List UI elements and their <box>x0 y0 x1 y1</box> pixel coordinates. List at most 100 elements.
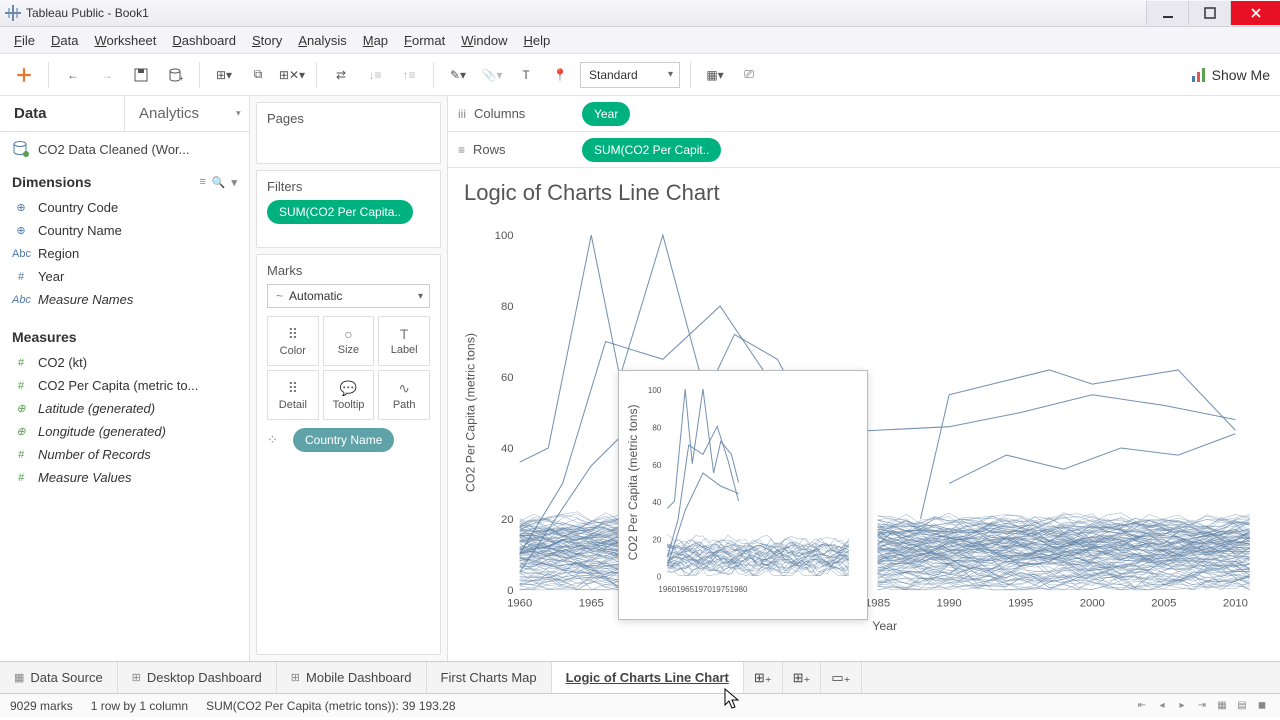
show-cards-button[interactable]: ▦▾ <box>701 61 729 89</box>
measure-field[interactable]: ⊕Longitude (generated) <box>0 420 249 443</box>
new-datasource-button[interactable]: + <box>161 61 189 89</box>
new-story-tab[interactable]: ▭₊ <box>821 662 861 693</box>
rows-pill[interactable]: SUM(CO2 Per Capit.. <box>582 138 721 162</box>
field-type-icon: # <box>12 449 30 461</box>
mark-tooltip-button[interactable]: 💬Tooltip <box>323 370 375 420</box>
measure-field[interactable]: #CO2 Per Capita (metric to... <box>0 374 249 397</box>
dimension-field[interactable]: ⊕Country Name <box>0 219 249 242</box>
measure-field[interactable]: #Number of Records <box>0 443 249 466</box>
new-worksheet-button[interactable]: ⊞▾ <box>210 61 238 89</box>
svg-text:1995: 1995 <box>1008 597 1033 609</box>
labels-button[interactable]: T <box>512 61 540 89</box>
dimensions-header: Dimensions ≡🔍▾ <box>0 166 249 194</box>
sheet-tab[interactable]: First Charts Map <box>427 662 552 693</box>
view-list-icon[interactable]: ≡ <box>199 176 205 189</box>
fit-dropdown[interactable]: Standard <box>580 62 680 88</box>
svg-text:Year: Year <box>872 619 897 633</box>
svg-text:80: 80 <box>501 301 514 313</box>
svg-text:CO2 Per Capita (metric tons): CO2 Per Capita (metric tons) <box>463 333 477 492</box>
menu-file[interactable]: File <box>8 29 41 52</box>
measure-field[interactable]: #Measure Values <box>0 466 249 489</box>
mark-size-button[interactable]: ○Size <box>323 316 375 366</box>
tab-analytics[interactable]: Analytics <box>124 96 249 131</box>
menu-dashboard[interactable]: Dashboard <box>166 29 242 52</box>
menu-data[interactable]: Data <box>45 29 84 52</box>
show-me-button[interactable]: Show Me <box>1192 67 1270 83</box>
new-worksheet-tab[interactable]: ⊞₊ <box>744 662 783 693</box>
highlight-button[interactable]: ✎▾ <box>444 61 472 89</box>
nav-first-icon[interactable]: ⇤ <box>1134 698 1150 714</box>
new-dashboard-tab[interactable]: ⊞₊ <box>783 662 822 693</box>
view-filmstrip-icon[interactable]: ▤ <box>1234 698 1250 714</box>
datasource-item[interactable]: CO2 Data Cleaned (Wor... <box>0 132 249 166</box>
menu-icon[interactable]: ▾ <box>231 176 237 189</box>
view-tabs-icon[interactable]: ▦ <box>1214 698 1230 714</box>
svg-text:2000: 2000 <box>1080 597 1105 609</box>
save-button[interactable] <box>127 61 155 89</box>
swap-button[interactable]: ⇄ <box>327 61 355 89</box>
clear-button[interactable]: ⊞✕▾ <box>278 61 306 89</box>
dimension-field[interactable]: AbcRegion <box>0 242 249 265</box>
svg-text:40: 40 <box>652 498 661 507</box>
sheet-tab[interactable]: ⊞Desktop Dashboard <box>118 662 277 693</box>
field-type-icon: ⊕ <box>12 402 30 415</box>
menu-window[interactable]: Window <box>455 29 513 52</box>
mark-path-button[interactable]: ∿Path <box>378 370 430 420</box>
tab-icon: ⊞ <box>132 671 141 684</box>
field-type-icon: Abc <box>12 294 30 306</box>
tableau-logo-icon[interactable] <box>10 61 38 89</box>
pages-shelf[interactable]: Pages <box>256 102 441 164</box>
menu-story[interactable]: Story <box>246 29 288 52</box>
filter-pill[interactable]: SUM(CO2 Per Capita.. <box>267 200 413 224</box>
minimize-button[interactable] <box>1146 1 1188 25</box>
close-button[interactable] <box>1230 1 1280 25</box>
menu-worksheet[interactable]: Worksheet <box>88 29 162 52</box>
detail-pill[interactable]: Country Name <box>293 428 394 452</box>
nav-last-icon[interactable]: ⇥ <box>1194 698 1210 714</box>
pin-button[interactable]: 📍 <box>546 61 574 89</box>
rows-shelf[interactable]: ≡Rows SUM(CO2 Per Capit.. <box>448 132 1280 168</box>
tooltip-icon: 💬 <box>340 380 357 397</box>
maximize-button[interactable] <box>1188 1 1230 25</box>
nav-prev-icon[interactable]: ◂ <box>1154 698 1170 714</box>
dimension-field[interactable]: #Year <box>0 265 249 288</box>
chart-area[interactable]: 0204060801001960196519701975198019851990… <box>448 210 1280 661</box>
field-type-icon: # <box>12 380 30 392</box>
svg-text:1990: 1990 <box>937 597 962 609</box>
sheet-tab[interactable]: ▦Data Source <box>0 662 118 693</box>
sort-desc-button[interactable]: ↑≡ <box>395 61 423 89</box>
tab-data[interactable]: Data <box>0 96 124 131</box>
mark-label-button[interactable]: TLabel <box>378 316 430 366</box>
dimension-field[interactable]: ⊕Country Code <box>0 196 249 219</box>
menu-analysis[interactable]: Analysis <box>292 29 352 52</box>
menu-format[interactable]: Format <box>398 29 451 52</box>
columns-shelf[interactable]: iiiColumns Year <box>448 96 1280 132</box>
sheet-tab[interactable]: ⊞Mobile Dashboard <box>277 662 427 693</box>
sort-asc-button[interactable]: ↓≡ <box>361 61 389 89</box>
datasource-icon <box>12 140 30 158</box>
columns-pill[interactable]: Year <box>582 102 630 126</box>
filters-shelf[interactable]: Filters SUM(CO2 Per Capita.. <box>256 170 441 248</box>
menu-map[interactable]: Map <box>357 29 394 52</box>
nav-next-icon[interactable]: ▸ <box>1174 698 1190 714</box>
menu-help[interactable]: Help <box>517 29 556 52</box>
redo-button[interactable]: → <box>93 61 121 89</box>
viz-title[interactable]: Logic of Charts Line Chart <box>448 168 1280 210</box>
dimension-field[interactable]: AbcMeasure Names <box>0 288 249 311</box>
search-icon[interactable]: 🔍 <box>212 176 226 189</box>
undo-button[interactable]: ← <box>59 61 87 89</box>
status-layout: 1 row by 1 column <box>91 699 188 713</box>
mark-color-button[interactable]: ⠿Color <box>267 316 319 366</box>
measure-field[interactable]: #CO2 (kt) <box>0 351 249 374</box>
view-sorter-icon[interactable]: ◼ <box>1254 698 1270 714</box>
columns-icon: iii <box>458 107 466 121</box>
presentation-button[interactable]: ⎚ <box>735 61 763 89</box>
duplicate-button[interactable]: ⧉ <box>244 61 272 89</box>
group-button[interactable]: 📎▾ <box>478 61 506 89</box>
mark-detail-button[interactable]: ⠿Detail <box>267 370 319 420</box>
toolbar: ← → + ⊞▾ ⧉ ⊞✕▾ ⇄ ↓≡ ↑≡ ✎▾ 📎▾ T 📍 Standar… <box>0 54 1280 96</box>
marks-type-dropdown[interactable]: Automatic <box>267 284 430 308</box>
sheet-tab[interactable]: Logic of Charts Line Chart <box>552 662 744 693</box>
measure-field[interactable]: ⊕Latitude (generated) <box>0 397 249 420</box>
svg-text:20: 20 <box>501 514 514 526</box>
